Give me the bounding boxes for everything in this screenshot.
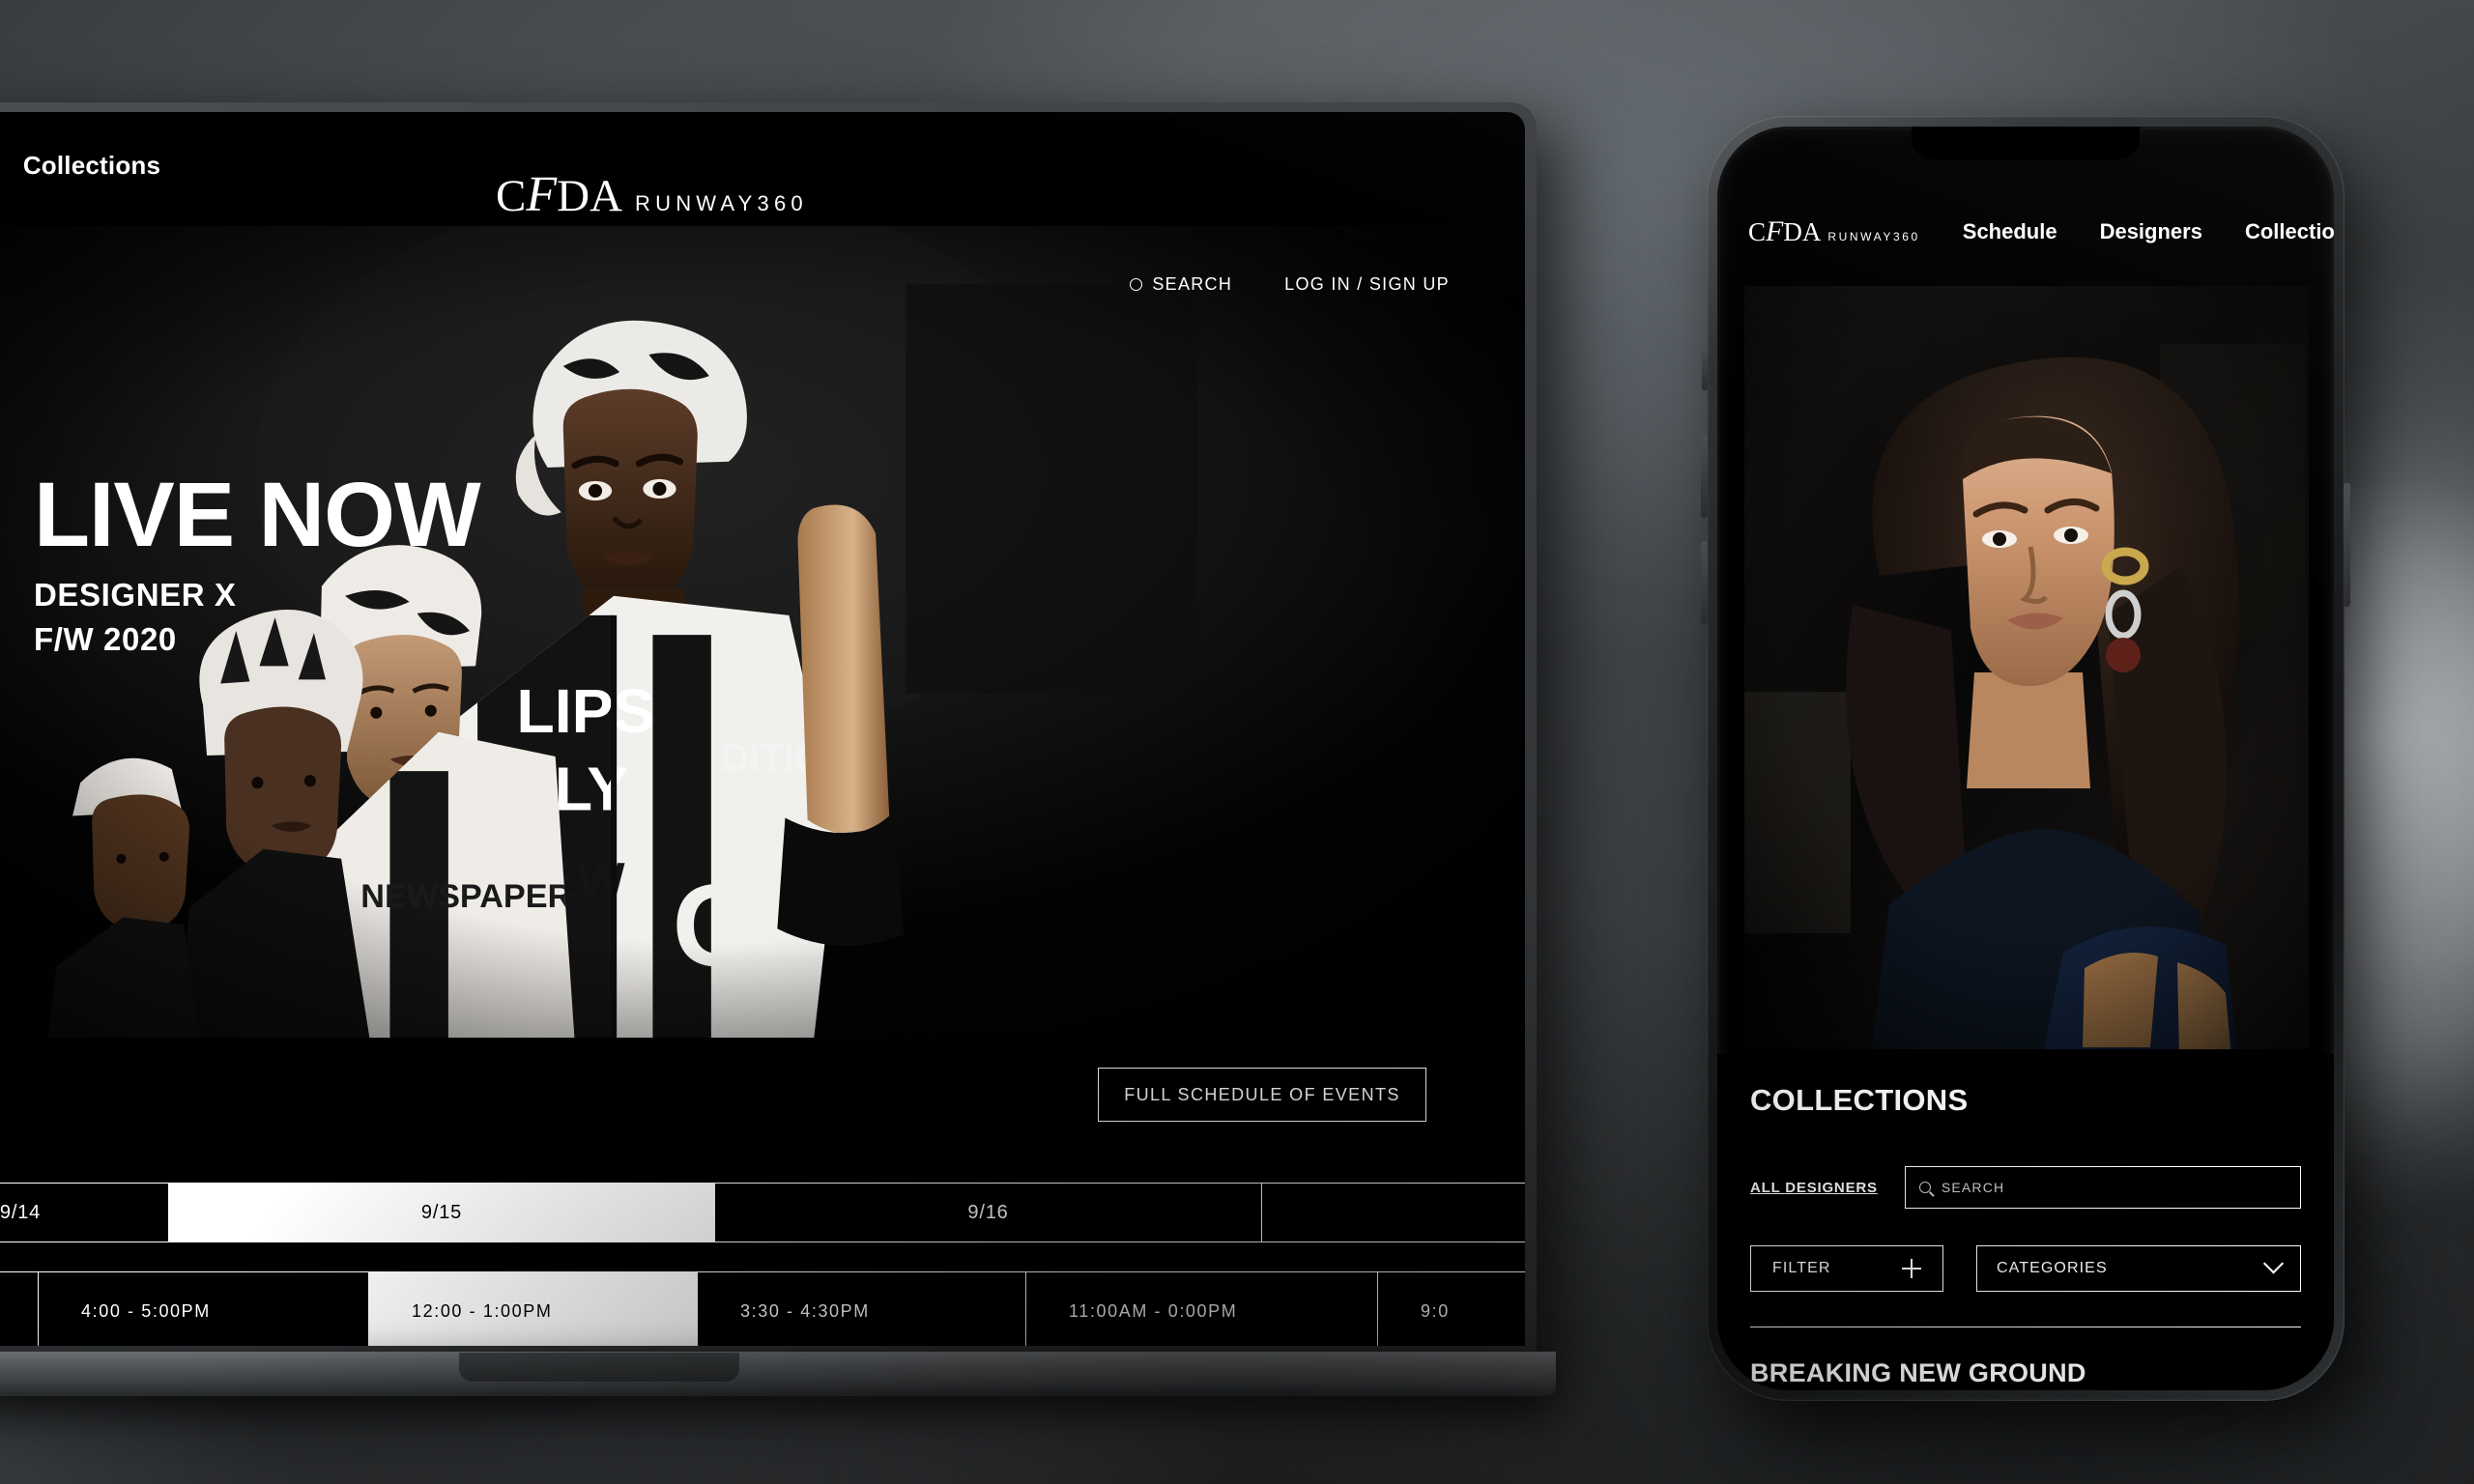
search-label: SEARCH: [1152, 274, 1233, 294]
event-time: 4:00 - 5:00PM: [81, 1301, 211, 1321]
full-schedule-button[interactable]: FULL SCHEDULE OF EVENTS: [1098, 1068, 1426, 1122]
schedule-event-cards: 4:00 - 5:00PMDESIGNER 2CATEGORY TYPE12:0…: [0, 1270, 1525, 1346]
laptop-top-nav: gners Collections CFDA RUNWAY360 SEARCH: [0, 112, 1525, 294]
plus-icon: [1902, 1259, 1921, 1278]
breaking-new-ground-title: BREAKING NEW GROUND: [1750, 1358, 2086, 1388]
phone-model-photo: [1744, 286, 2309, 1049]
phone-collections-panel: COLLECTIONS ALL DESIGNERS SEARCH FILTER: [1717, 1054, 2334, 1390]
laptop-screen: gners Collections CFDA RUNWAY360 SEARCH: [0, 112, 1525, 1346]
laptop-hinge-notch: [459, 1353, 739, 1382]
phone-notch: [1912, 127, 2140, 159]
search-icon: [1130, 278, 1143, 291]
schedule-event-card[interactable]: [0, 1272, 39, 1346]
chevron-down-icon: [2262, 1252, 2285, 1273]
phone-cfda-runway360-logo[interactable]: CFDA RUNWAY360: [1748, 217, 1920, 246]
laptop-lid: gners Collections CFDA RUNWAY360 SEARCH: [0, 102, 1537, 1356]
search-button[interactable]: SEARCH: [1130, 274, 1232, 295]
event-time: 11:00AM - 0:00PM: [1069, 1301, 1238, 1321]
phone-search-input[interactable]: SEARCH: [1904, 1166, 2301, 1209]
schedule-event-card[interactable]: 11:00AM - 0:00PMDESIGNER 5CATEGORY TYPE: [1026, 1272, 1378, 1346]
schedule-date-tab-end[interactable]: [1262, 1184, 1525, 1241]
phone-power-button[interactable]: [2344, 483, 2350, 607]
phone-silent-switch[interactable]: [1702, 346, 1708, 390]
schedule-event-card[interactable]: 9:0DECA: [1378, 1272, 1525, 1346]
hero-headline: LIVE NOW: [34, 464, 481, 566]
phone-screen: CFDA RUNWAY360 Schedule Designers Collec…: [1717, 127, 2334, 1390]
phone-nav-link-schedule[interactable]: Schedule: [1963, 219, 2057, 244]
phone-filter-row-1: ALL DESIGNERS SEARCH: [1750, 1166, 2301, 1209]
laptop-hero: LIPS LLY NEW DITIO G: [0, 226, 1525, 1038]
date-tab-label: 9/14: [0, 1201, 42, 1223]
schedule-date-tab-9-15[interactable]: 9/15: [169, 1184, 715, 1241]
filter-label: FILTER: [1772, 1260, 1831, 1276]
phone-volume-down-button[interactable]: [1701, 541, 1708, 624]
login-signup-label: LOG IN / SIGN UP: [1284, 274, 1450, 294]
hero-season: F/W 2020: [34, 621, 177, 657]
phone-device: CFDA RUNWAY360 Schedule Designers Collec…: [1701, 116, 2350, 1401]
phone-filter-row-2: FILTER CATEGORIES: [1750, 1245, 2301, 1292]
categories-select[interactable]: CATEGORIES: [1976, 1245, 2301, 1292]
filter-button[interactable]: FILTER: [1750, 1245, 1943, 1292]
schedule-date-tab-9-16[interactable]: 9/16: [715, 1184, 1262, 1241]
nav-link-collections[interactable]: Collections: [23, 151, 160, 181]
schedule-date-tabs: 9/14 9/15 9/16: [0, 1183, 1525, 1242]
schedule-header: EDULE FULL SCHEDULE OF EVENTS: [0, 1038, 1525, 1183]
schedule-event-card[interactable]: 4:00 - 5:00PMDESIGNER 2CATEGORY TYPE: [39, 1272, 369, 1346]
hero-text-block: LIVE NOW DESIGNER X F/W 2020: [34, 464, 481, 658]
phone-runway360-wordmark: RUNWAY360: [1827, 230, 1920, 243]
cfda-runway360-logo[interactable]: CFDA RUNWAY360: [496, 170, 808, 220]
phone-frame: CFDA RUNWAY360 Schedule Designers Collec…: [1701, 116, 2350, 1401]
schedule-event-card[interactable]: 3:30 - 4:30PMDESIGNER 4CATEGORY TYPE: [698, 1272, 1026, 1346]
laptop-base: [0, 1352, 1556, 1396]
all-designers-link[interactable]: ALL DESIGNERS: [1750, 1180, 1878, 1196]
schedule-event-card[interactable]: 12:00 - 1:00PMDESIGNER 3CATEGORY TYPE: [369, 1270, 698, 1346]
phone-cfda-mark: CFDA: [1748, 215, 1822, 247]
login-signup-button[interactable]: LOG IN / SIGN UP: [1284, 274, 1450, 295]
scene-backdrop: gners Collections CFDA RUNWAY360 SEARCH: [0, 0, 2474, 1484]
laptop-nav-right: SEARCH LOG IN / SIGN UP: [1130, 274, 1450, 295]
laptop-device: gners Collections CFDA RUNWAY360 SEARCH: [0, 102, 1604, 1396]
event-time: 9:0: [1421, 1301, 1450, 1321]
search-icon: [1918, 1182, 1931, 1193]
phone-hero-photo: [1744, 286, 2309, 1049]
laptop-nav-left-links: gners Collections: [0, 151, 160, 181]
date-tab-label: 9/16: [967, 1201, 1009, 1223]
phone-nav-link-collections[interactable]: Collections: [2245, 219, 2334, 244]
phone-top-nav: CFDA RUNWAY360 Schedule Designers Collec…: [1717, 200, 2334, 264]
event-time: 3:30 - 4:30PM: [740, 1301, 870, 1321]
phone-volume-up-button[interactable]: [1701, 435, 1708, 518]
phone-collections-title: COLLECTIONS: [1750, 1083, 1969, 1117]
cfda-mark: CFDA: [496, 167, 623, 222]
event-time: 12:00 - 1:00PM: [412, 1301, 553, 1321]
date-tab-label: 9/15: [420, 1201, 463, 1223]
hero-designer: DESIGNER X: [34, 577, 237, 613]
runway360-wordmark: RUNWAY360: [635, 191, 808, 215]
search-placeholder-text: SEARCH: [1941, 1180, 2005, 1195]
schedule-date-tab-9-14[interactable]: 9/14: [0, 1184, 169, 1241]
categories-label: CATEGORIES: [1997, 1260, 2108, 1276]
phone-nav-link-designers[interactable]: Designers: [2100, 219, 2202, 244]
